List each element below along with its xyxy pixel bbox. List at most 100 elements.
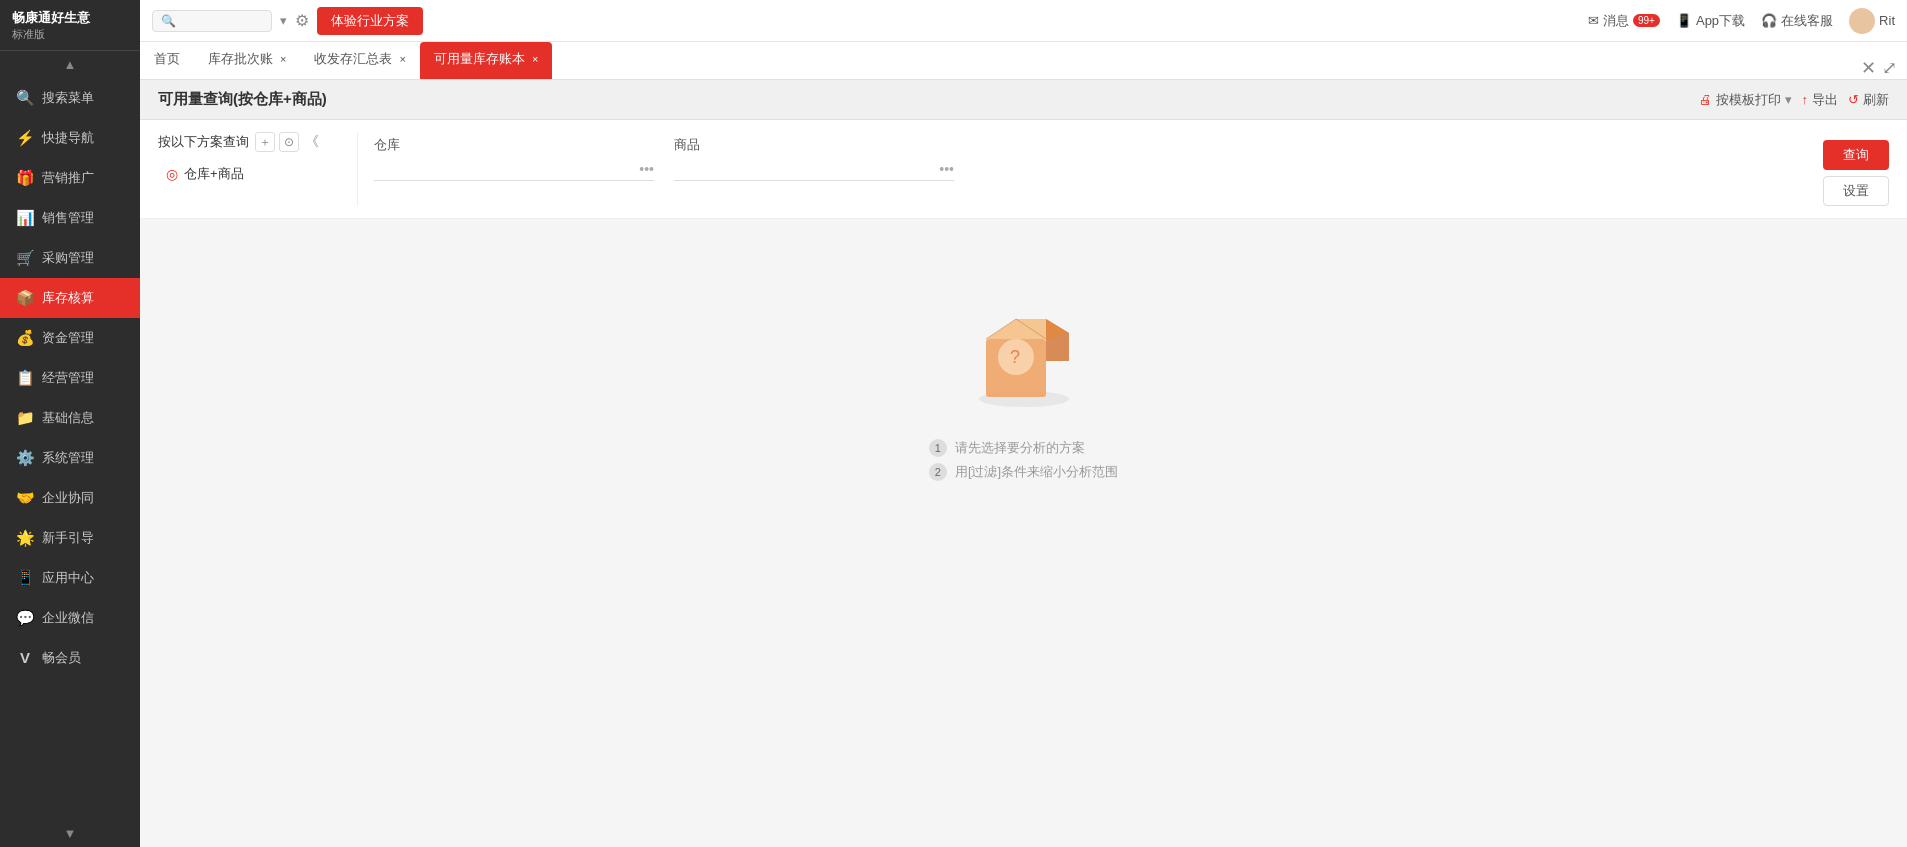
goods-input-area: ••• (674, 158, 954, 181)
topbar-search-icon: 🔍 (161, 14, 176, 28)
refresh-button[interactable]: ↺ 刷新 (1848, 91, 1889, 109)
main-area: 🔍 ▾ ⚙ 体验行业方案 ✉ 消息 99+ 📱 App下载 🎧 在线客服 Rit (140, 0, 1907, 847)
sidebar-item-purchase[interactable]: 🛒 采购管理 (0, 238, 140, 278)
sidebar-item-appstore[interactable]: 📱 应用中心 (0, 558, 140, 598)
app-title: 畅康通好生意 (12, 10, 128, 27)
empty-illustration: ? (964, 299, 1084, 419)
sidebar-scroll-down[interactable]: ▼ (0, 820, 140, 847)
topbar-search-box[interactable]: 🔍 (152, 10, 272, 32)
app-download-icon: 📱 (1676, 13, 1692, 28)
tab-summary-label: 收发存汇总表 (314, 50, 392, 68)
print-label: 按模板打印 (1716, 91, 1781, 109)
step1-num: 1 (929, 439, 947, 457)
sidebar-item-marketing[interactable]: 🎁 营销推广 (0, 158, 140, 198)
message-icon: ✉ (1588, 13, 1599, 28)
filter-label: 按以下方案查询 ＋ ⊙ 《 (158, 132, 341, 152)
tab-summary[interactable]: 收发存汇总表 × (300, 42, 419, 79)
filter-action-buttons: 查询 设置 (1823, 136, 1889, 206)
industry-solution-button[interactable]: 体验行业方案 (317, 7, 423, 35)
filter-left-panel: 按以下方案查询 ＋ ⊙ 《 ◎ 仓库+商品 (158, 132, 358, 206)
topbar-right-area: ✉ 消息 99+ 📱 App下载 🎧 在线客服 Rit (1588, 8, 1895, 34)
filter-label-text: 按以下方案查询 (158, 133, 249, 151)
sidebar-item-member[interactable]: V 畅会员 (0, 638, 140, 678)
step1-text: 请先选择要分析的方案 (955, 439, 1085, 457)
sidebar-item-sales[interactable]: 📊 销售管理 (0, 198, 140, 238)
app-download-button[interactable]: 📱 App下载 (1676, 12, 1745, 30)
message-badge: 99+ (1633, 14, 1660, 27)
sidebar-item-newbie[interactable]: 🌟 新手引导 (0, 518, 140, 558)
sidebar-scroll-up[interactable]: ▲ (0, 51, 140, 78)
scheme-icon: ◎ (166, 166, 178, 182)
tab-home[interactable]: 首页 (140, 42, 194, 79)
svg-marker-2 (986, 319, 1046, 339)
export-button[interactable]: ↑ 导出 (1802, 91, 1839, 109)
page-actions: 🖨 按模板打印 ▾ ↑ 导出 ↺ 刷新 (1699, 91, 1890, 109)
enterprise-icon: 🤝 (16, 489, 34, 507)
tab-close-button[interactable]: ✕ (1861, 57, 1876, 79)
warehouse-input-area: ••• (374, 158, 654, 181)
goods-label: 商品 (674, 136, 954, 154)
tabs-right-controls: ✕ ⤢ (1861, 57, 1907, 79)
warehouse-input[interactable] (374, 162, 633, 177)
appstore-icon: 📱 (16, 569, 34, 587)
sidebar-item-operation[interactable]: 📋 经营管理 (0, 358, 140, 398)
refresh-icon: ↺ (1848, 92, 1859, 107)
filter-section: 按以下方案查询 ＋ ⊙ 《 ◎ 仓库+商品 仓库 (140, 120, 1907, 219)
export-label: 导出 (1812, 91, 1838, 109)
user-name: Rit (1879, 13, 1895, 28)
sidebar-item-system[interactable]: ⚙️ 系统管理 (0, 438, 140, 478)
system-icon: ⚙️ (16, 449, 34, 467)
operation-icon: 📋 (16, 369, 34, 387)
tab-batch-close[interactable]: × (280, 53, 286, 65)
goods-input[interactable] (674, 162, 933, 177)
query-button[interactable]: 查询 (1823, 140, 1889, 170)
logo-area: 畅康通好生意 标准版 (0, 0, 140, 51)
sidebar-item-wechat[interactable]: 💬 企业微信 (0, 598, 140, 638)
svg-text:?: ? (1010, 347, 1020, 367)
purchase-icon: 🛒 (16, 249, 34, 267)
tab-available-close[interactable]: × (532, 53, 538, 65)
user-area[interactable]: Rit (1849, 8, 1895, 34)
sidebar-item-search[interactable]: 🔍 搜索菜单 (0, 78, 140, 118)
sidebar-item-basic[interactable]: 📁 基础信息 (0, 398, 140, 438)
shortcut-icon: ⚡ (16, 129, 34, 147)
tab-available[interactable]: 可用量库存账本 × (420, 42, 552, 79)
warehouse-label: 仓库 (374, 136, 654, 154)
step2-text: 用[过滤]条件来缩小分析范围 (955, 463, 1118, 481)
setting-button[interactable]: 设置 (1823, 176, 1889, 206)
page-content: 可用量查询(按仓库+商品) 🖨 按模板打印 ▾ ↑ 导出 ↺ 刷新 (140, 80, 1907, 847)
wechat-icon: 💬 (16, 609, 34, 627)
sidebar-item-finance[interactable]: 💰 资金管理 (0, 318, 140, 358)
topbar-search-input[interactable] (180, 14, 240, 28)
topbar-gear-icon[interactable]: ⚙ (295, 11, 309, 30)
step2-num: 2 (929, 463, 947, 481)
goods-more-icon[interactable]: ••• (939, 161, 954, 177)
filter-collapse-icon[interactable]: 《 (305, 133, 319, 151)
search-icon: 🔍 (16, 89, 34, 107)
marketing-icon: 🎁 (16, 169, 34, 187)
tab-summary-close[interactable]: × (399, 53, 405, 65)
sidebar-item-enterprise[interactable]: 🤝 企业协同 (0, 478, 140, 518)
message-button[interactable]: ✉ 消息 99+ (1588, 12, 1660, 30)
tab-home-label: 首页 (154, 50, 180, 68)
filter-scheme-item[interactable]: ◎ 仓库+商品 (158, 160, 341, 188)
tab-batch-label: 库存批次账 (208, 50, 273, 68)
sidebar-item-shortcut[interactable]: ⚡ 快捷导航 (0, 118, 140, 158)
online-service-button[interactable]: 🎧 在线客服 (1761, 12, 1833, 30)
page-title: 可用量查询(按仓库+商品) (158, 90, 327, 109)
refresh-label: 刷新 (1863, 91, 1889, 109)
warehouse-field: 仓库 ••• (374, 136, 654, 181)
print-button[interactable]: 🖨 按模板打印 ▾ (1699, 91, 1792, 109)
filter-settings-icon[interactable]: ⊙ (279, 132, 299, 152)
filter-add-icon[interactable]: ＋ (255, 132, 275, 152)
tab-maximize-button[interactable]: ⤢ (1882, 57, 1897, 79)
newbie-icon: 🌟 (16, 529, 34, 547)
page-header: 可用量查询(按仓库+商品) 🖨 按模板打印 ▾ ↑ 导出 ↺ 刷新 (140, 80, 1907, 120)
warehouse-more-icon[interactable]: ••• (639, 161, 654, 177)
topbar-dropdown-icon[interactable]: ▾ (280, 13, 287, 28)
print-dropdown-icon[interactable]: ▾ (1785, 92, 1792, 107)
sidebar-item-inventory[interactable]: 📦 库存核算 (0, 278, 140, 318)
filter-icons: ＋ ⊙ (255, 132, 299, 152)
tab-batch[interactable]: 库存批次账 × (194, 42, 300, 79)
empty-state: ? 1 请先选择要分析的方案 2 用[过滤]条件来缩小分析范围 (140, 219, 1907, 547)
